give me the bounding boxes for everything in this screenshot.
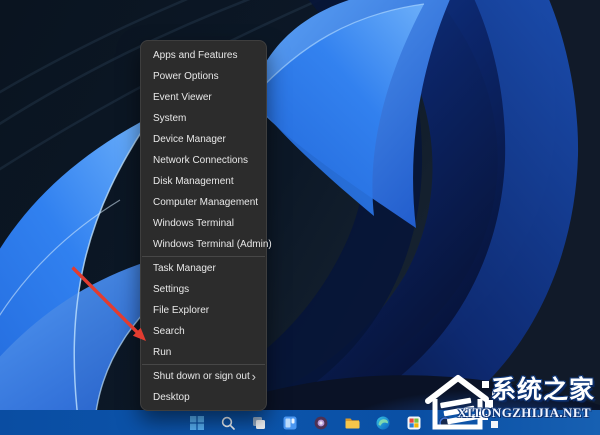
taskbar-search-button[interactable] — [220, 415, 236, 431]
wallpaper-image — [0, 0, 600, 435]
taskbar-task-view-button[interactable] — [251, 415, 267, 431]
menu-item-label: Network Connections — [153, 155, 249, 166]
menu-item-label: File Explorer — [153, 305, 210, 316]
menu-separator — [142, 364, 265, 365]
taskbar-edge-button[interactable] — [375, 415, 391, 431]
menu-item-event-viewer[interactable]: Event Viewer — [141, 87, 266, 108]
menu-item-disk-management[interactable]: Disk Management — [141, 171, 266, 192]
menu-item-file-explorer[interactable]: File Explorer — [141, 300, 266, 321]
taskbar-icon-row — [189, 415, 453, 431]
task-view-icon — [253, 416, 265, 429]
menu-item-label: Desktop — [153, 392, 190, 403]
winx-context-menu: Apps and Features Power Options Event Vi… — [140, 40, 272, 411]
menu-separator — [142, 256, 265, 257]
store-icon — [407, 416, 421, 429]
search-icon — [221, 416, 235, 430]
menu-item-label: Event Viewer — [153, 92, 212, 103]
taskbar-start-button[interactable] — [189, 415, 205, 431]
taskbar-chat-button[interactable] — [313, 415, 329, 431]
menu-item-label: Computer Management — [153, 197, 259, 208]
taskbar-widgets-button[interactable] — [282, 415, 298, 431]
menu-item-label: Windows Terminal (Admin) — [153, 239, 272, 250]
widgets-icon — [283, 416, 297, 429]
menu-item-label: System — [153, 113, 187, 124]
taskbar-browser-button[interactable] — [437, 415, 453, 431]
browser-icon — [438, 416, 452, 429]
menu-item-label: Settings — [153, 284, 190, 295]
menu-item-search[interactable]: Search — [141, 321, 266, 342]
menu-item-shut-down-or-sign-out[interactable]: Shut down or sign out › — [141, 366, 266, 387]
menu-item-power-options[interactable]: Power Options — [141, 66, 266, 87]
taskbar-store-button[interactable] — [406, 415, 422, 431]
menu-item-label: Power Options — [153, 71, 219, 82]
menu-item-task-manager[interactable]: Task Manager — [141, 258, 266, 279]
menu-item-desktop[interactable]: Desktop — [141, 387, 266, 408]
menu-item-network-connections[interactable]: Network Connections — [141, 150, 266, 171]
chevron-right-icon: › — [251, 369, 256, 384]
edge-icon — [376, 416, 390, 429]
menu-item-apps-and-features[interactable]: Apps and Features — [141, 45, 266, 66]
chat-icon — [314, 416, 328, 429]
menu-item-label: Disk Management — [153, 176, 234, 187]
file-explorer-icon — [345, 418, 359, 428]
menu-item-run[interactable]: Run — [141, 342, 266, 363]
start-icon — [190, 415, 204, 430]
menu-item-label: Search — [153, 326, 185, 337]
menu-item-system[interactable]: System — [141, 108, 266, 129]
taskbar — [0, 410, 600, 435]
desktop-screen: Apps and Features Power Options Event Vi… — [0, 0, 600, 435]
menu-item-windows-terminal[interactable]: Windows Terminal — [141, 213, 266, 234]
menu-item-label: Device Manager — [153, 134, 226, 145]
menu-item-label: Run — [153, 347, 172, 358]
taskbar-file-explorer-button[interactable] — [344, 415, 360, 431]
menu-item-settings[interactable]: Settings — [141, 279, 266, 300]
menu-item-label: Shut down or sign out — [153, 371, 250, 382]
menu-item-computer-management[interactable]: Computer Management — [141, 192, 266, 213]
menu-item-label: Apps and Features — [153, 50, 238, 61]
menu-item-label: Windows Terminal — [153, 218, 234, 229]
menu-item-windows-terminal-admin[interactable]: Windows Terminal (Admin) — [141, 234, 272, 255]
menu-item-label: Task Manager — [153, 263, 216, 274]
menu-item-device-manager[interactable]: Device Manager — [141, 129, 266, 150]
